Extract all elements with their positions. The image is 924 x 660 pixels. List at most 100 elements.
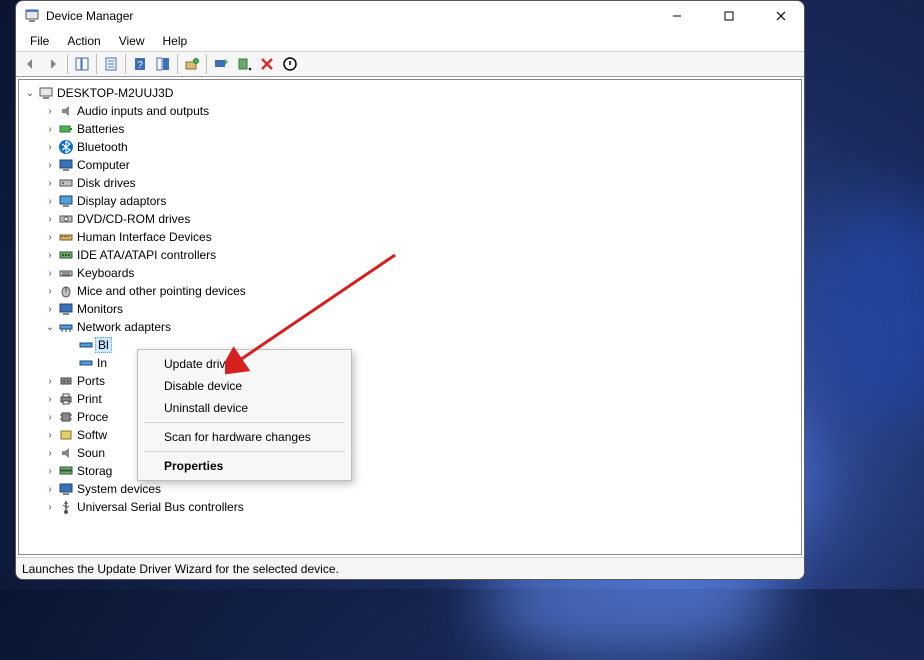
toolbar-separator [125,54,126,74]
expander-right-icon[interactable]: › [43,394,57,405]
storage-icon [57,463,75,479]
toolbar-separator [177,54,178,74]
expander-right-icon[interactable]: › [43,106,57,117]
network-adapter-icon [77,355,95,371]
tree-item-dvd[interactable]: › DVD/CD-ROM drives [19,210,801,228]
context-separator [144,422,345,423]
expander-down-icon[interactable]: ⌄ [43,322,57,333]
back-button[interactable] [19,53,41,75]
toolbar: ? [16,51,804,77]
tree-item-keyboards[interactable]: › Keyboards [19,264,801,282]
system-icon [57,481,75,497]
usb-icon [57,499,75,515]
toolbar-separator [96,54,97,74]
network-adapter-icon [77,337,95,353]
tree-item-bluetooth[interactable]: › Bluetooth [19,138,801,156]
context-scan-hardware[interactable]: Scan for hardware changes [140,426,349,448]
device-manager-icon [24,8,40,24]
bluetooth-icon [57,139,75,155]
context-separator [144,451,345,452]
tree-item-display[interactable]: › Display adaptors [19,192,801,210]
expander-right-icon[interactable]: › [43,484,57,495]
chip-icon [57,409,75,425]
forward-button[interactable] [42,53,64,75]
expander-right-icon[interactable]: › [43,196,57,207]
expander-right-icon[interactable]: › [43,376,57,387]
monitor-icon [57,301,75,317]
expander-right-icon[interactable]: › [43,214,57,225]
expander-right-icon[interactable]: › [43,466,57,477]
show-hide-button[interactable] [71,53,93,75]
expander-right-icon[interactable]: › [43,448,57,459]
dvd-icon [57,211,75,227]
minimize-button[interactable] [654,1,700,31]
expander-right-icon[interactable]: › [43,124,57,135]
properties-button[interactable] [100,53,122,75]
expander-right-icon[interactable]: › [43,286,57,297]
expander-down-icon[interactable]: ⌄ [23,88,37,99]
tree-item-audio[interactable]: › Audio inputs and outputs [19,102,801,120]
disable-device-button[interactable] [279,53,301,75]
expander-right-icon[interactable]: › [43,412,57,423]
window-title: Device Manager [46,9,133,23]
expander-right-icon[interactable]: › [43,232,57,243]
expander-right-icon[interactable]: › [43,304,57,315]
toolbar-separator [67,54,68,74]
expander-right-icon[interactable]: › [43,430,57,441]
device-manager-window: Device Manager File Action View Help ? [15,0,805,580]
sound-icon [57,445,75,461]
device-tree[interactable]: ⌄ DESKTOP-M2UUJ3D › Audio inputs and out… [18,79,802,555]
update-driver-button[interactable] [210,53,232,75]
monitor-icon [57,157,75,173]
tree-root[interactable]: ⌄ DESKTOP-M2UUJ3D [19,84,801,102]
network-icon [57,319,75,335]
svg-text:?: ? [137,60,143,71]
tree-item-systemdevices[interactable]: › System devices [19,480,801,498]
enable-device-button[interactable] [233,53,255,75]
menu-file[interactable]: File [22,32,57,50]
battery-icon [57,121,75,137]
menu-help[interactable]: Help [155,32,196,50]
context-uninstall-device[interactable]: Uninstall device [140,397,349,419]
tree-item-hid[interactable]: › Human Interface Devices [19,228,801,246]
titlebar: Device Manager [16,1,804,31]
tree-item-diskdrives[interactable]: › Disk drives [19,174,801,192]
scan-hardware-button[interactable] [181,53,203,75]
disk-icon [57,175,75,191]
expander-right-icon[interactable]: › [43,178,57,189]
expander-right-icon[interactable]: › [43,142,57,153]
software-icon [57,427,75,443]
uninstall-device-button[interactable] [256,53,278,75]
context-properties[interactable]: Properties [140,455,349,477]
maximize-button[interactable] [706,1,752,31]
expander-right-icon[interactable]: › [43,268,57,279]
status-text: Launches the Update Driver Wizard for th… [22,562,339,576]
mouse-icon [57,283,75,299]
options-button[interactable] [152,53,174,75]
expander-right-icon[interactable]: › [43,160,57,171]
help-button[interactable]: ? [129,53,151,75]
context-update-driver[interactable]: Update driver [140,353,349,375]
menubar: File Action View Help [16,31,804,51]
audio-icon [57,103,75,119]
hid-icon [57,229,75,245]
ports-icon [57,373,75,389]
tree-item-usb[interactable]: › Universal Serial Bus controllers [19,498,801,516]
context-disable-device[interactable]: Disable device [140,375,349,397]
tree-item-network[interactable]: ⌄ Network adapters [19,318,801,336]
statusbar: Launches the Update Driver Wizard for th… [16,557,804,579]
menu-view[interactable]: View [111,32,153,50]
tree-item-batteries[interactable]: › Batteries [19,120,801,138]
expander-right-icon[interactable]: › [43,502,57,513]
printer-icon [57,391,75,407]
computer-icon [37,85,55,101]
keyboard-icon [57,265,75,281]
context-menu: Update driver Disable device Uninstall d… [137,349,352,481]
tree-item-ide[interactable]: › IDE ATA/ATAPI controllers [19,246,801,264]
tree-item-monitors[interactable]: › Monitors [19,300,801,318]
tree-item-computer[interactable]: › Computer [19,156,801,174]
tree-item-mice[interactable]: › Mice and other pointing devices [19,282,801,300]
menu-action[interactable]: Action [59,32,108,50]
close-button[interactable] [758,1,804,31]
expander-right-icon[interactable]: › [43,250,57,261]
